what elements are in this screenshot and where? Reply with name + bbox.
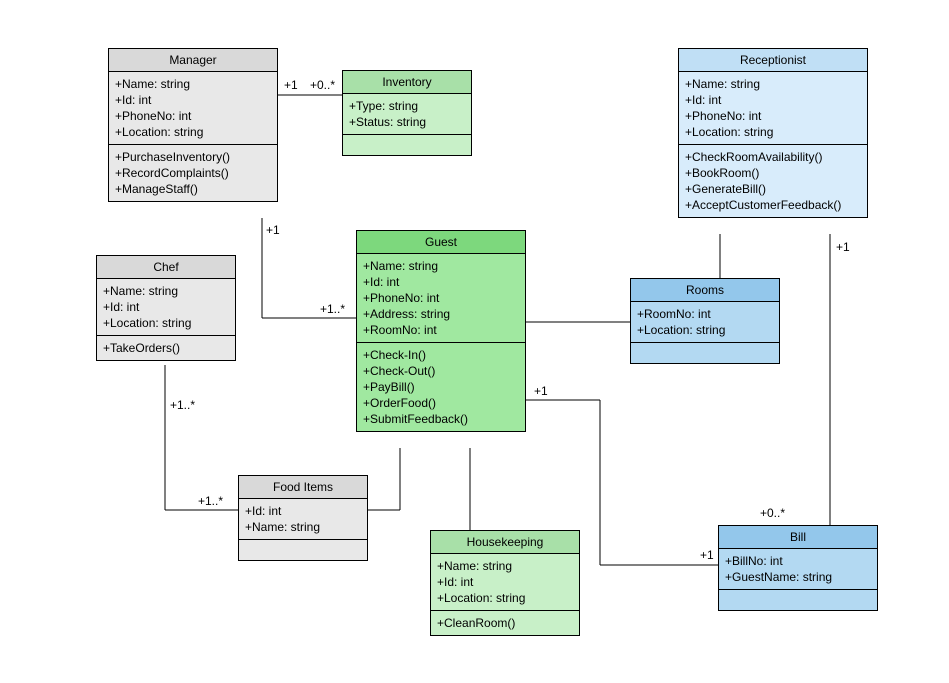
method: +TakeOrders() xyxy=(103,340,229,356)
class-inventory[interactable]: Inventory +Type: string +Status: string xyxy=(342,70,472,156)
class-manager[interactable]: Manager +Name: string +Id: int +PhoneNo:… xyxy=(108,48,278,202)
class-title: Bill xyxy=(719,526,877,549)
method: +PurchaseInventory() xyxy=(115,149,271,165)
attribute: +Status: string xyxy=(349,114,465,130)
class-housekeeping[interactable]: Housekeeping +Name: string +Id: int +Loc… xyxy=(430,530,580,636)
attribute: +Id: int xyxy=(685,92,861,108)
attribute: +Location: string xyxy=(115,124,271,140)
mult-label: +1..* xyxy=(170,398,195,412)
attribute: +PhoneNo: int xyxy=(685,108,861,124)
attribute: +GuestName: string xyxy=(725,569,871,585)
method: +AcceptCustomerFeedback() xyxy=(685,197,861,213)
attributes-section: +RoomNo: int +Location: string xyxy=(631,302,779,343)
attribute: +Name: string xyxy=(685,76,861,92)
method: +GenerateBill() xyxy=(685,181,861,197)
mult-label: +0..* xyxy=(760,506,785,520)
attribute: +Name: string xyxy=(103,283,229,299)
attribute: +RoomNo: int xyxy=(363,322,519,338)
attribute: +Id: int xyxy=(103,299,229,315)
mult-label: +1 xyxy=(266,223,280,237)
attribute: +Name: string xyxy=(245,519,361,535)
method: +Check-Out() xyxy=(363,363,519,379)
mult-label: +0..* xyxy=(310,78,335,92)
attribute: +Type: string xyxy=(349,98,465,114)
class-title: Rooms xyxy=(631,279,779,302)
class-bill[interactable]: Bill +BillNo: int +GuestName: string xyxy=(718,525,878,611)
mult-label: +1 xyxy=(836,240,850,254)
attribute: +Name: string xyxy=(437,558,573,574)
methods-section xyxy=(719,590,877,610)
attributes-section: +Name: string +Id: int +PhoneNo: int +Lo… xyxy=(109,72,277,145)
class-title: Manager xyxy=(109,49,277,72)
method: +PayBill() xyxy=(363,379,519,395)
class-title: Housekeeping xyxy=(431,531,579,554)
method: +CleanRoom() xyxy=(437,615,573,631)
method: +SubmitFeedback() xyxy=(363,411,519,427)
attributes-section: +Name: string +Id: int +Location: string xyxy=(431,554,579,611)
method: +Check-In() xyxy=(363,347,519,363)
class-guest[interactable]: Guest +Name: string +Id: int +PhoneNo: i… xyxy=(356,230,526,432)
mult-label: +1 xyxy=(284,78,298,92)
method: +ManageStaff() xyxy=(115,181,271,197)
attribute: +Location: string xyxy=(637,322,773,338)
class-title: Guest xyxy=(357,231,525,254)
methods-section xyxy=(239,540,367,560)
method: +RecordComplaints() xyxy=(115,165,271,181)
class-chef[interactable]: Chef +Name: string +Id: int +Location: s… xyxy=(96,255,236,361)
methods-section: +Check-In() +Check-Out() +PayBill() +Ord… xyxy=(357,343,525,431)
diagram-canvas: +1 +0..* +1 +1..* +1..* +1..* +1 +0..* +… xyxy=(0,0,949,683)
attribute: +BillNo: int xyxy=(725,553,871,569)
methods-section: +CleanRoom() xyxy=(431,611,579,635)
methods-section: +TakeOrders() xyxy=(97,336,235,360)
attribute: +Id: int xyxy=(245,503,361,519)
attributes-section: +BillNo: int +GuestName: string xyxy=(719,549,877,590)
attribute: +PhoneNo: int xyxy=(363,290,519,306)
attributes-section: +Name: string +Id: int +PhoneNo: int +Ad… xyxy=(357,254,525,343)
mult-label: +1 xyxy=(700,548,714,562)
attribute: +Address: string xyxy=(363,306,519,322)
class-title: Inventory xyxy=(343,71,471,94)
class-title: Chef xyxy=(97,256,235,279)
attribute: +Location: string xyxy=(685,124,861,140)
attribute: +Name: string xyxy=(115,76,271,92)
class-title: Receptionist xyxy=(679,49,867,72)
class-rooms[interactable]: Rooms +RoomNo: int +Location: string xyxy=(630,278,780,364)
methods-section: +CheckRoomAvailability() +BookRoom() +Ge… xyxy=(679,145,867,217)
class-food-items[interactable]: Food Items +Id: int +Name: string xyxy=(238,475,368,561)
mult-label: +1..* xyxy=(198,494,223,508)
method: +CheckRoomAvailability() xyxy=(685,149,861,165)
attribute: +RoomNo: int xyxy=(637,306,773,322)
methods-section xyxy=(343,135,471,155)
mult-label: +1..* xyxy=(320,302,345,316)
methods-section xyxy=(631,343,779,363)
attributes-section: +Name: string +Id: int +Location: string xyxy=(97,279,235,336)
class-title: Food Items xyxy=(239,476,367,499)
attribute: +Name: string xyxy=(363,258,519,274)
attributes-section: +Name: string +Id: int +PhoneNo: int +Lo… xyxy=(679,72,867,145)
class-receptionist[interactable]: Receptionist +Name: string +Id: int +Pho… xyxy=(678,48,868,218)
attribute: +Id: int xyxy=(437,574,573,590)
mult-label: +1 xyxy=(534,384,548,398)
attribute: +Id: int xyxy=(363,274,519,290)
attribute: +Location: string xyxy=(103,315,229,331)
attribute: +Id: int xyxy=(115,92,271,108)
method: +BookRoom() xyxy=(685,165,861,181)
method: +OrderFood() xyxy=(363,395,519,411)
methods-section: +PurchaseInventory() +RecordComplaints()… xyxy=(109,145,277,201)
attributes-section: +Type: string +Status: string xyxy=(343,94,471,135)
attribute: +PhoneNo: int xyxy=(115,108,271,124)
attribute: +Location: string xyxy=(437,590,573,606)
attributes-section: +Id: int +Name: string xyxy=(239,499,367,540)
